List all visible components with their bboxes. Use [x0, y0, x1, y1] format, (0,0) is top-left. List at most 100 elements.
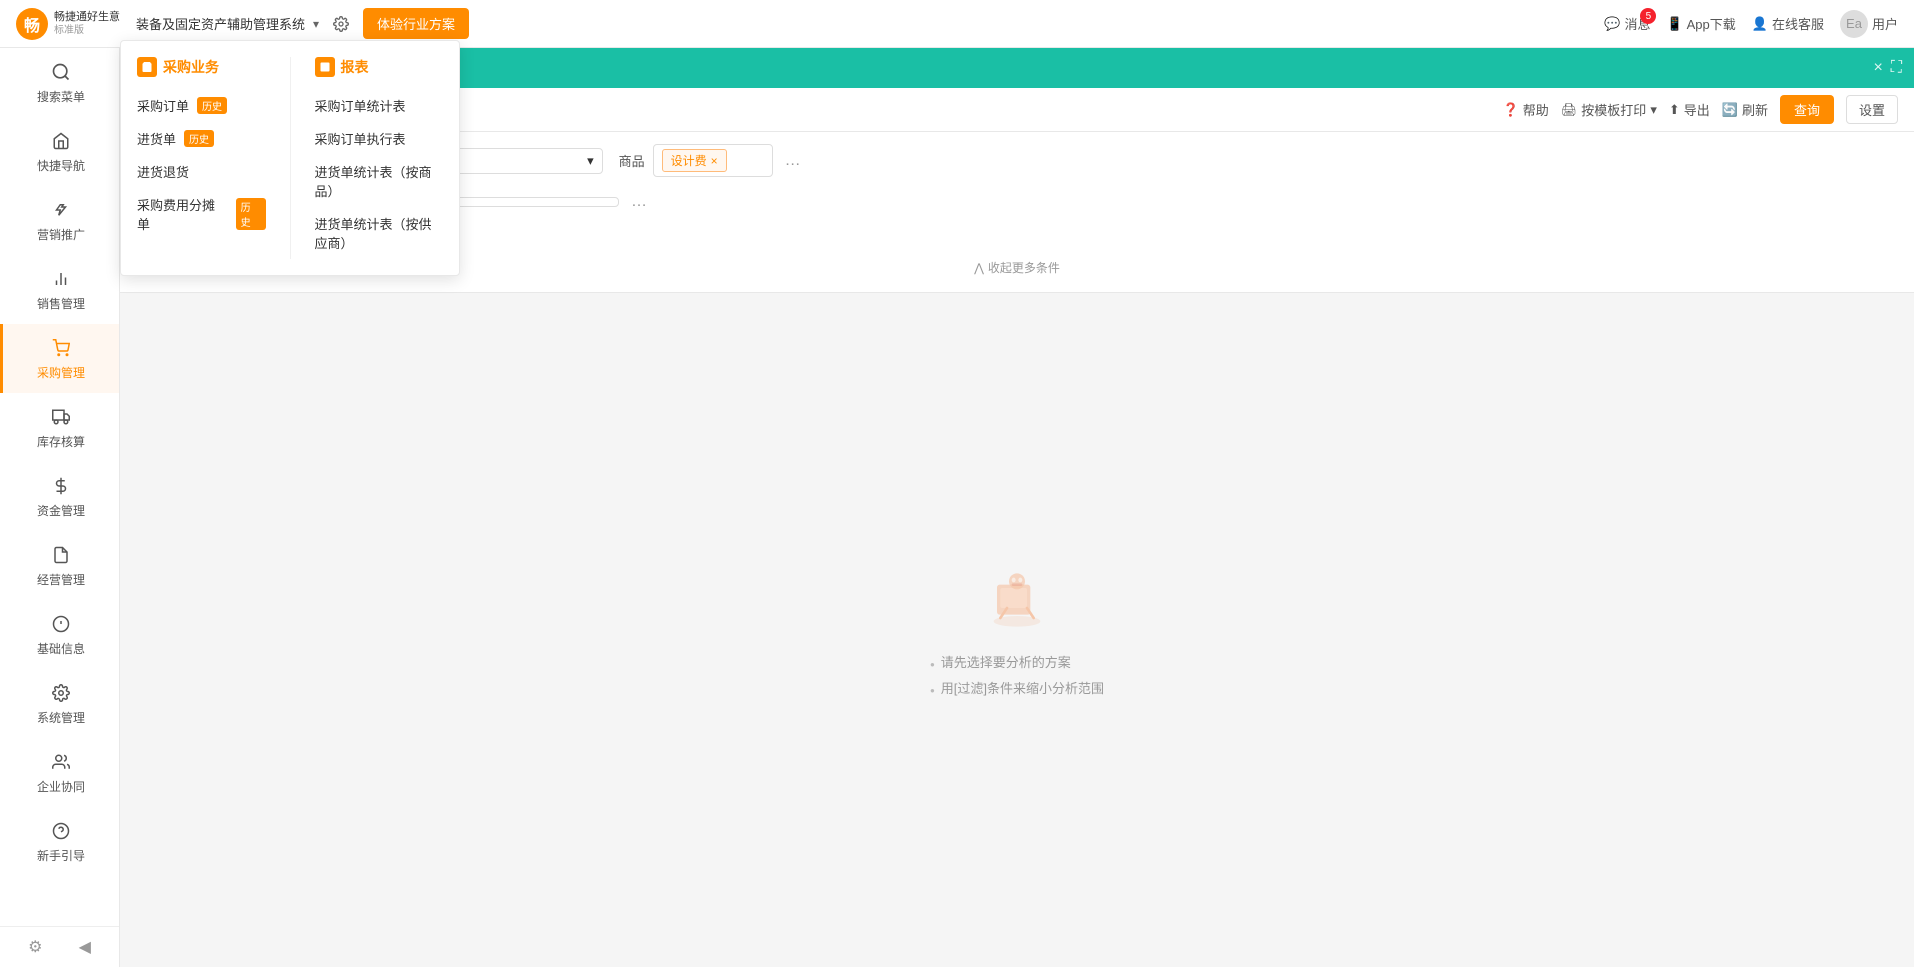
- logo-sub-text: 标准版: [54, 24, 120, 37]
- goods-tag[interactable]: 设计费 ×: [662, 149, 727, 172]
- sidebar-item-purchase[interactable]: 采购管理: [0, 324, 119, 393]
- sidebar-item-base-info[interactable]: 基础信息: [0, 600, 119, 669]
- system-icon: [49, 681, 73, 705]
- guide-icon: [49, 819, 73, 843]
- help-btn[interactable]: ❓ 帮助: [1503, 100, 1549, 119]
- stock-stat-supplier-label: 进货单统计表（按供应商）: [315, 214, 444, 252]
- empty-tip-2: 用[过滤]条件来缩小分析范围: [930, 676, 1104, 702]
- empty-state: 请先选择要分析的方案 用[过滤]条件来缩小分析范围: [120, 293, 1914, 967]
- report-col-icon: [315, 57, 335, 77]
- dropdown-item-stock-return[interactable]: 进货退货: [137, 155, 266, 188]
- sidebar-collapse-btn[interactable]: ◀: [79, 937, 91, 957]
- export-label: 导出: [1684, 100, 1710, 119]
- sidebar-footer: ⚙ ◀: [0, 926, 119, 967]
- dropdown-item-purchase-order-stat[interactable]: 采购订单统计表: [315, 89, 444, 122]
- inventory-icon: [49, 405, 73, 429]
- purchase-expense-label: 采购费用分摊单: [137, 195, 228, 233]
- collapse-up-icon: ⋀: [974, 261, 984, 275]
- stock-return-label: 进货退货: [137, 162, 189, 181]
- goods-more-dots[interactable]: …: [781, 152, 805, 170]
- purchase-order-stat-label: 采购订单统计表: [315, 96, 406, 115]
- base-info-icon: [49, 612, 73, 636]
- sidebar-label-search: 搜索菜单: [37, 88, 85, 105]
- finance-icon: [49, 474, 73, 498]
- marketing-icon: [49, 198, 73, 222]
- sidebar-label-finance: 资金管理: [37, 502, 85, 519]
- sidebar-item-cooperation[interactable]: 企业协同: [0, 738, 119, 807]
- voucher-status-dropdown-icon: ▾: [587, 153, 594, 169]
- sidebar-settings-btn[interactable]: ⚙: [28, 937, 42, 957]
- salesperson-more-dots[interactable]: …: [627, 193, 651, 211]
- purchase-col-title: 采购业务: [137, 57, 266, 77]
- refresh-btn[interactable]: 🔄 刷新: [1722, 100, 1768, 119]
- print-btn[interactable]: 🖨 按模板打印 ▾: [1561, 100, 1657, 119]
- avatar: Ea: [1840, 10, 1868, 38]
- dropdown-item-stock-stat-supplier[interactable]: 进货单统计表（按供应商）: [315, 207, 444, 259]
- header-settings-btn[interactable]: [327, 10, 355, 38]
- sidebar-label-guide: 新手引导: [37, 847, 85, 864]
- empty-illustration: [977, 558, 1057, 638]
- sidebar-item-system[interactable]: 系统管理: [0, 669, 119, 738]
- settings-btn[interactable]: 设置: [1846, 95, 1898, 124]
- stock-in-label: 进货单: [137, 129, 176, 148]
- settings-label: 设置: [1859, 100, 1885, 119]
- sidebar-item-quick-nav[interactable]: 快捷导航: [0, 117, 119, 186]
- history-badge-0: 历史: [197, 97, 227, 114]
- purchase-order-exec-label: 采购订单执行表: [315, 129, 406, 148]
- export-btn[interactable]: ⬆ 导出: [1669, 100, 1710, 119]
- sidebar: 搜索菜单 快捷导航 营销推广 销售管理 采购管理: [0, 48, 120, 967]
- query-btn[interactable]: 查询: [1780, 95, 1834, 124]
- dropdown-item-stock-in[interactable]: 进货单 历史: [137, 122, 266, 155]
- sidebar-item-guide[interactable]: 新手引导: [0, 807, 119, 876]
- dropdown-item-stock-stat-goods[interactable]: 进货单统计表（按商品）: [315, 155, 444, 207]
- logo-text: 畅捷通好生意 标准版: [54, 10, 120, 37]
- home-icon: [49, 129, 73, 153]
- sidebar-item-finance[interactable]: 资金管理: [0, 462, 119, 531]
- system-dropdown-btn[interactable]: ▾: [313, 17, 319, 31]
- sidebar-label-inventory: 库存核算: [37, 433, 85, 450]
- app-label: App下载: [1687, 14, 1736, 33]
- purchase-col-title-text: 采购业务: [163, 57, 219, 77]
- sidebar-item-search[interactable]: 搜索菜单: [0, 48, 119, 117]
- dropdown-item-purchase-order-exec[interactable]: 采购订单执行表: [315, 122, 444, 155]
- sidebar-label-base-info: 基础信息: [37, 640, 85, 657]
- online-service-btn[interactable]: 👤 在线客服: [1752, 14, 1824, 33]
- empty-tip-1: 请先选择要分析的方案: [930, 650, 1104, 676]
- history-badge-3: 历史: [236, 198, 266, 230]
- sidebar-item-inventory[interactable]: 库存核算: [0, 393, 119, 462]
- dropdown-divider: [290, 57, 291, 259]
- sidebar-item-operations[interactable]: 经营管理: [0, 531, 119, 600]
- header-middle: 装备及固定资产辅助管理系统 ▾ 体验行业方案: [136, 8, 1604, 39]
- user-btn[interactable]: Ea 用户: [1840, 10, 1898, 38]
- search-icon: [49, 60, 73, 84]
- message-btn[interactable]: 💬 消息 5: [1604, 14, 1650, 33]
- dropdown-item-purchase-order[interactable]: 采购订单 历史: [137, 89, 266, 122]
- history-badge-1: 历史: [184, 130, 214, 147]
- tab-window-close-btn[interactable]: ×: [1873, 59, 1882, 77]
- refresh-icon: 🔄: [1722, 102, 1738, 118]
- goods-tag-close[interactable]: ×: [711, 154, 718, 168]
- purchase-col-icon: [137, 57, 157, 77]
- operations-icon: [49, 543, 73, 567]
- sidebar-item-marketing[interactable]: 营销推广: [0, 186, 119, 255]
- print-icon: 🖨: [1561, 102, 1578, 118]
- cooperation-icon: [49, 750, 73, 774]
- goods-select[interactable]: 设计费 ×: [653, 144, 773, 177]
- query-label: 查询: [1794, 100, 1820, 119]
- collapse-label: 收起更多条件: [988, 259, 1060, 276]
- tab-window-maximize-btn[interactable]: ⛶: [1891, 59, 1902, 77]
- print-label: 按模板打印: [1581, 100, 1646, 119]
- sidebar-label-quick-nav: 快捷导航: [37, 157, 85, 174]
- goods-label: 商品: [619, 151, 645, 170]
- report-col-title-text: 报表: [341, 57, 369, 77]
- msg-badge: 5: [1640, 8, 1656, 24]
- app-download-btn[interactable]: 📱 App下载: [1666, 14, 1735, 33]
- sidebar-label-sales: 销售管理: [37, 295, 85, 312]
- purchase-col: 采购业务 采购订单 历史 进货单 历史 进货退货 采购费用分摊单 历史: [137, 57, 266, 259]
- dropdown-item-purchase-expense[interactable]: 采购费用分摊单 历史: [137, 188, 266, 240]
- industry-btn[interactable]: 体验行业方案: [363, 8, 469, 39]
- report-col: 报表 采购订单统计表 采购订单执行表 进货单统计表（按商品） 进货单统计表（按供…: [315, 57, 444, 259]
- logo-area: 畅 畅捷通好生意 标准版: [16, 8, 136, 40]
- sidebar-item-sales[interactable]: 销售管理: [0, 255, 119, 324]
- sidebar-label-operations: 经营管理: [37, 571, 85, 588]
